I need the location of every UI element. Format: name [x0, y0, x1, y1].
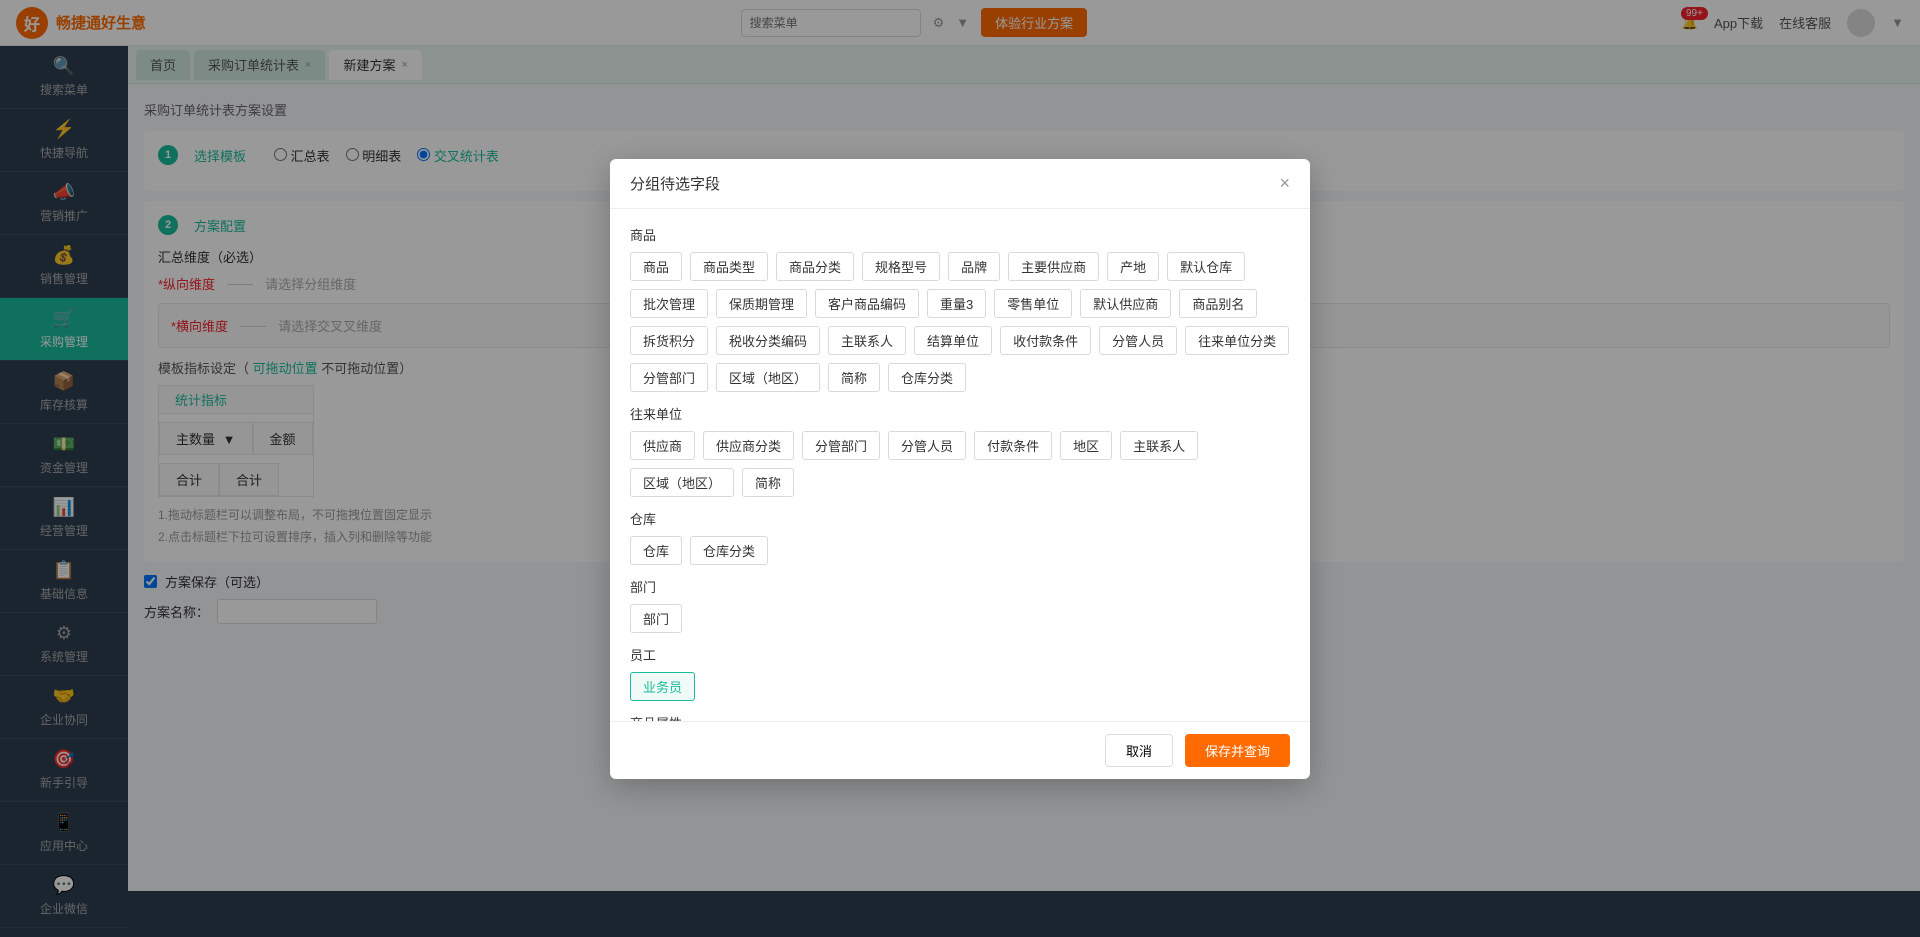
dialog-overlay: 分组待选字段 × 商品 商品 商品类型 商品分类 规格型号 品牌 主要供应商 产…: [0, 0, 1920, 937]
field-tags-partner: 供应商 供应商分类 分管部门 分管人员 付款条件 地区 主联系人 区域（地区） …: [630, 431, 1290, 497]
field-tag[interactable]: 商品别名: [1179, 289, 1257, 318]
confirm-button[interactable]: 保存并查询: [1185, 734, 1290, 767]
field-tag[interactable]: 仓库分类: [888, 363, 966, 392]
field-tag[interactable]: 简称: [828, 363, 880, 392]
cancel-button[interactable]: 取消: [1105, 734, 1173, 767]
field-tag[interactable]: 部门: [630, 604, 682, 633]
field-tag[interactable]: 主联系人: [828, 326, 906, 355]
field-tag[interactable]: 重量3: [927, 289, 986, 318]
field-tag[interactable]: 分管部门: [630, 363, 708, 392]
dialog-close-button[interactable]: ×: [1279, 173, 1290, 194]
field-tag[interactable]: 零售单位: [994, 289, 1072, 318]
dialog-footer: 取消 保存并查询: [610, 721, 1310, 779]
field-tag[interactable]: 规格型号: [862, 252, 940, 281]
field-tag[interactable]: 付款条件: [974, 431, 1052, 460]
field-tag[interactable]: 分管人员: [888, 431, 966, 460]
field-tags-staff: 业务员: [630, 672, 1290, 701]
field-tag[interactable]: 产地: [1107, 252, 1159, 281]
field-tag[interactable]: 仓库分类: [690, 536, 768, 565]
dialog-body: 商品 商品 商品类型 商品分类 规格型号 品牌 主要供应商 产地 默认仓库 批次…: [610, 209, 1310, 721]
field-tag[interactable]: 往来单位分类: [1185, 326, 1289, 355]
field-tags-warehouse: 仓库 仓库分类: [630, 536, 1290, 565]
section-title-goods: 商品: [630, 225, 1290, 244]
field-tag[interactable]: 分管人员: [1099, 326, 1177, 355]
field-tag[interactable]: 分管部门: [802, 431, 880, 460]
field-tag[interactable]: 品牌: [948, 252, 1000, 281]
section-title-goods-attr: 商品属性: [630, 713, 1290, 721]
field-tag[interactable]: 仓库: [630, 536, 682, 565]
field-tag[interactable]: 商品分类: [776, 252, 854, 281]
field-tag[interactable]: 默认供应商: [1080, 289, 1171, 318]
field-tag[interactable]: 主联系人: [1120, 431, 1198, 460]
field-tag[interactable]: 保质期管理: [716, 289, 807, 318]
section-title-warehouse: 仓库: [630, 509, 1290, 528]
field-tag[interactable]: 区域（地区）: [716, 363, 820, 392]
section-title-partner: 往来单位: [630, 404, 1290, 423]
dialog: 分组待选字段 × 商品 商品 商品类型 商品分类 规格型号 品牌 主要供应商 产…: [610, 159, 1310, 779]
field-tag[interactable]: 商品类型: [690, 252, 768, 281]
dialog-header: 分组待选字段 ×: [610, 159, 1310, 209]
field-tag[interactable]: 简称: [742, 468, 794, 497]
field-tag[interactable]: 商品: [630, 252, 682, 281]
dialog-title: 分组待选字段: [630, 173, 720, 194]
field-tag[interactable]: 批次管理: [630, 289, 708, 318]
field-tag[interactable]: 税收分类编码: [716, 326, 820, 355]
field-tag[interactable]: 地区: [1060, 431, 1112, 460]
field-tag[interactable]: 主要供应商: [1008, 252, 1099, 281]
field-tag[interactable]: 区域（地区）: [630, 468, 734, 497]
field-tag[interactable]: 供应商分类: [703, 431, 794, 460]
field-tag[interactable]: 收付款条件: [1000, 326, 1091, 355]
field-tags-department: 部门: [630, 604, 1290, 633]
field-tag[interactable]: 默认仓库: [1167, 252, 1245, 281]
section-title-staff: 员工: [630, 645, 1290, 664]
field-tag[interactable]: 客户商品编码: [815, 289, 919, 318]
field-tag[interactable]: 拆货积分: [630, 326, 708, 355]
field-tag-salesman[interactable]: 业务员: [630, 672, 695, 701]
field-tag[interactable]: 结算单位: [914, 326, 992, 355]
section-title-department: 部门: [630, 577, 1290, 596]
field-tags-goods: 商品 商品类型 商品分类 规格型号 品牌 主要供应商 产地 默认仓库 批次管理 …: [630, 252, 1290, 392]
field-tag[interactable]: 供应商: [630, 431, 695, 460]
